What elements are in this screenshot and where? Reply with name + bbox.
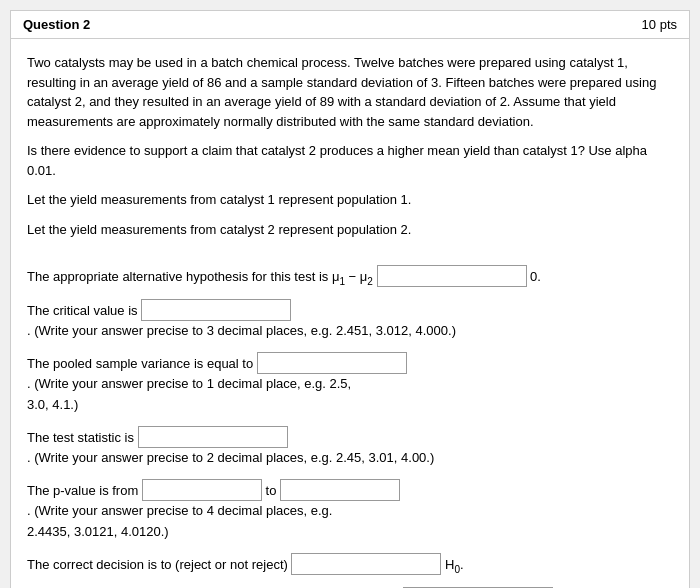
critical-value-input[interactable] [141,299,291,321]
test-statistic-row: The test statistic is . (Write your answ… [27,426,673,469]
population2-line: Let the yield measurements from catalyst… [27,220,673,240]
test-statistic-suffix: . (Write your answer precise to 2 decima… [27,448,434,469]
mu-sub2: 2 [367,275,373,286]
decision-input[interactable] [291,553,441,575]
decision-row: The correct decision is to (reject or no… [27,553,673,577]
question-header: Question 2 10 pts [11,11,689,39]
test-statistic-input[interactable] [138,426,288,448]
page-container: Question 2 10 pts Two catalysts may be u… [10,10,690,588]
question-line: Is there evidence to support a claim tha… [27,141,673,180]
pooled-variance-suffix: . (Write your answer precise to 1 decima… [27,374,351,395]
population1-line: Let the yield measurements from catalyst… [27,190,673,210]
question-title: Question 2 [23,17,90,32]
alt-hypothesis-suffix: 0. [527,267,541,288]
decision-suffix: H0. [445,555,464,578]
alt-hypothesis-row: The appropriate alternative hypothesis f… [27,265,673,289]
pooled-variance-input[interactable] [257,352,407,374]
alt-hypothesis-input[interactable] [377,265,527,287]
pvalue-prefix: The p-value is from [27,481,138,502]
critical-value-row: The critical value is . (Write your answ… [27,299,673,342]
alt-hypothesis-prefix: The appropriate alternative hypothesis f… [27,267,377,290]
decision-prefix: The correct decision is to (reject or no… [27,555,288,576]
pooled-variance-prefix: The pooled sample variance is equal to [27,354,253,375]
pvalue-to-input[interactable] [280,479,400,501]
pvalue-continuation: 2.4435, 3.0121, 4.0120.) [27,524,169,539]
pvalue-from-input[interactable] [142,479,262,501]
question-body: Two catalysts may be used in a batch che… [11,39,689,588]
pvalue-row: The p-value is from to . (Write your ans… [27,479,673,543]
mu-sub1: 1 [339,275,345,286]
pvalue-middle: to [266,481,277,502]
critical-value-suffix: . (Write your answer precise to 3 decima… [27,321,456,342]
intro-paragraph: Two catalysts may be used in a batch che… [27,53,673,131]
pooled-variance-continuation: 3.0, 4.1.) [27,397,78,412]
pvalue-suffix: . (Write your answer precise to 4 decima… [27,501,332,522]
question-points: 10 pts [642,17,677,32]
critical-value-prefix: The critical value is [27,301,138,322]
pooled-variance-row: The pooled sample variance is equal to .… [27,352,673,416]
test-statistic-prefix: The test statistic is [27,428,134,449]
